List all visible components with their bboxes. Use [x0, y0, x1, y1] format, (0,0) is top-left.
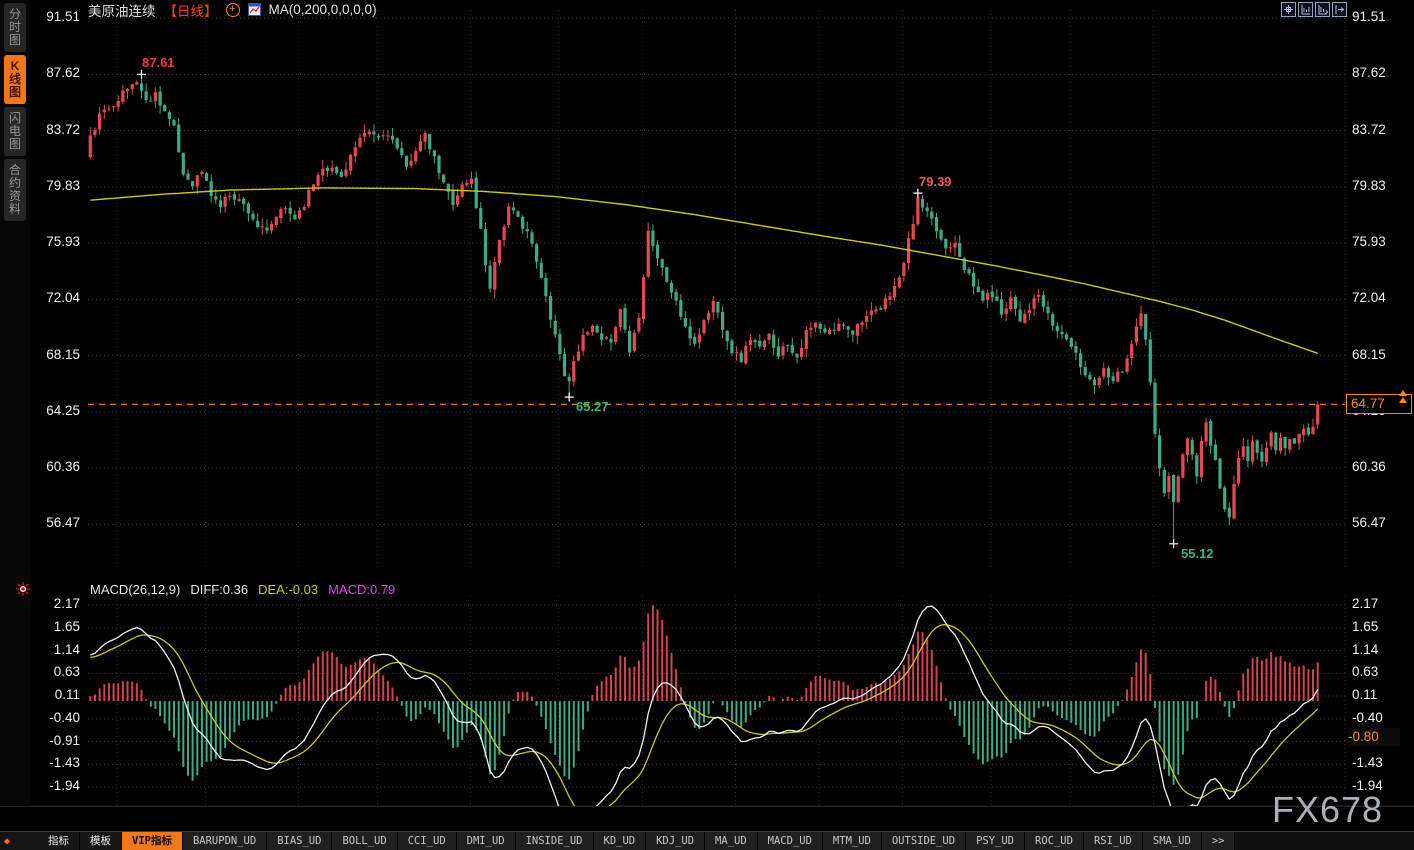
toolbar-item-RSI_UD[interactable]: RSI_UD [1084, 832, 1143, 850]
toolbar-item-PSY_UD[interactable]: PSY_UD [966, 832, 1025, 850]
toolbar-item-指标[interactable]: 指标 [38, 832, 80, 850]
toolbar-item-VIP指标[interactable]: VIP指标 [122, 832, 183, 850]
toolbar-item->>[interactable]: >> [1202, 832, 1236, 850]
toolbar-item-OUTSIDE_UD[interactable]: OUTSIDE_UD [882, 832, 966, 850]
price-annotation: 55.12 [1181, 546, 1214, 561]
macd-title: MACD(26,12,9) [90, 582, 180, 597]
macd-axis-label: -0.40 [30, 710, 80, 725]
date-axis-row: 日线▲ ◇ 2024/042024/052024/062024/072024/0… [0, 806, 1414, 832]
toolbar-item-BARUPDN_UD[interactable]: BARUPDN_UD [183, 832, 267, 850]
price-axis-label: 79.83 [1352, 178, 1386, 193]
chart-tool-buttons [1281, 2, 1347, 17]
sidebar-tab-1[interactable]: 分时图 [4, 3, 26, 52]
price-axis-label: 72.04 [1352, 290, 1386, 305]
toolbar-item-KD_UD[interactable]: KD_UD [594, 832, 647, 850]
macd-axis-label: -0.91 [30, 733, 80, 748]
period-tag[interactable]: 【日线】 [164, 0, 218, 20]
price-up-arrow-icon [1399, 397, 1407, 403]
toolbar-item-MACD_UD[interactable]: MACD_UD [758, 832, 823, 850]
price-axis-label: 87.62 [1352, 65, 1386, 80]
macd-axis-label: 1.14 [30, 642, 80, 657]
price-axis-label: 91.51 [30, 9, 80, 24]
price-annotation: 79.39 [919, 174, 952, 189]
price-axis-label: 68.15 [30, 347, 80, 362]
watermark: FX678 [1272, 789, 1383, 831]
sidebar-tab-4[interactable]: 合约资料 [4, 159, 26, 221]
circle-plus-icon[interactable]: + [226, 3, 240, 17]
price-axis-label: 83.72 [30, 122, 80, 137]
price-axis-label: 60.36 [1352, 459, 1386, 474]
toolbar-item-DMI_UD[interactable]: DMI_UD [457, 832, 516, 850]
macd-axis-label: -1.43 [1352, 755, 1383, 770]
macd-diff-value: DIFF:0.36 [190, 582, 248, 597]
price-axis-label: 64.25 [30, 403, 80, 418]
toolbar-item-BOLL_UD[interactable]: BOLL_UD [332, 832, 397, 850]
price-axis-label: 60.36 [30, 459, 80, 474]
chart-header: 美原油连续 【日线】 + MA(0,200,0,0,0,0) [88, 1, 385, 18]
price-axis-label: 83.72 [1352, 122, 1386, 137]
price-axis-label: 68.15 [1352, 347, 1386, 362]
toolbar-item-CCI_UD[interactable]: CCI_UD [398, 832, 457, 850]
sidebar-tab-2[interactable]: K线图 [4, 55, 26, 104]
chart-canvas[interactable] [0, 0, 1414, 850]
candlestick-layer [89, 74, 1320, 544]
expand-kline-icon[interactable] [1315, 2, 1330, 17]
macd-axis-label: 1.65 [1352, 619, 1378, 634]
macd-axis-label: 2.17 [1352, 596, 1378, 611]
toolbar-item-MTM_UD[interactable]: MTM_UD [823, 832, 882, 850]
price-axis-label: 75.93 [1352, 234, 1386, 249]
extreme-cross-marker [137, 70, 146, 79]
toolbar-item-MA_UD[interactable]: MA_UD [705, 832, 758, 850]
sidebar: 分时图 K线图闪电图合约资料 [0, 0, 30, 806]
toolbar-diamond-icon[interactable]: ◆ [0, 832, 38, 850]
indicator-toolbar: ◆ 指标模板VIP指标BARUPDN_UDBIAS_UDBOLL_UDCCI_U… [0, 831, 1414, 850]
ma-params-label: MA(0,200,0,0,0,0) [269, 2, 377, 17]
sidebar-tab-3[interactable]: 闪电图 [4, 107, 26, 156]
macd-axis-label: -1.94 [30, 778, 80, 793]
toolbar-item-ROC_UD[interactable]: ROC_UD [1025, 832, 1084, 850]
price-axis-label: 56.47 [1352, 515, 1386, 530]
mini-chart-icon[interactable] [248, 3, 261, 16]
price-axis-label: 56.47 [30, 515, 80, 530]
price-axis-label: 75.93 [30, 234, 80, 249]
macd-axis-label: 1.14 [1352, 642, 1378, 657]
price-annotation: 65.27 [576, 399, 609, 414]
price-up-arrow-icon [1399, 390, 1407, 396]
macd-macd-value: MACD:0.79 [328, 582, 395, 597]
price-axis-label: 91.51 [1352, 9, 1386, 24]
move-right-icon[interactable] [1332, 2, 1347, 17]
macd-axis-label: 0.11 [1352, 687, 1377, 702]
macd-axis-label: 0.63 [30, 664, 80, 679]
extreme-cross-marker [565, 393, 574, 402]
symbol-title: 美原油连续 [88, 0, 156, 20]
toolbar-item-SMA_UD[interactable]: SMA_UD [1143, 832, 1202, 850]
macd-header: MACD(26,12,9) DIFF:0.36 DEA:-0.03 MACD:0… [90, 582, 395, 597]
price-axis-label: 72.04 [30, 290, 80, 305]
toolbar-item-INSIDE_UD[interactable]: INSIDE_UD [516, 832, 594, 850]
price-annotation: 87.61 [142, 55, 175, 70]
macd-dea-value: DEA:-0.03 [258, 582, 318, 597]
crosshair-tool-icon[interactable] [1281, 2, 1296, 17]
macd-axis-label: 0.11 [30, 687, 80, 702]
macd-layer [90, 605, 1317, 838]
trading-app-window: 分时图 K线图闪电图合约资料 美原油连续 【日线】 + MA(0,200,0,0,… [0, 0, 1414, 850]
macd-axis-label: -0.40 [1352, 710, 1383, 725]
extreme-cross-marker [913, 189, 922, 198]
macd-current-value-box: -0.80 [1348, 728, 1400, 746]
toolbar-item-模板[interactable]: 模板 [80, 832, 122, 850]
macd-axis-label: 0.63 [1352, 664, 1378, 679]
price-axis-label: 79.83 [30, 178, 80, 193]
macd-axis-label: -1.43 [30, 755, 80, 770]
compress-kline-icon[interactable] [1298, 2, 1313, 17]
alert-burst-icon[interactable] [15, 581, 31, 602]
macd-axis-label: 2.17 [30, 596, 80, 611]
price-axis-label: 87.62 [30, 65, 80, 80]
macd-axis-label: 1.65 [30, 619, 80, 634]
toolbar-item-KDJ_UD[interactable]: KDJ_UD [646, 832, 705, 850]
toolbar-item-BIAS_UD[interactable]: BIAS_UD [267, 832, 332, 850]
extreme-cross-marker [1169, 539, 1178, 548]
